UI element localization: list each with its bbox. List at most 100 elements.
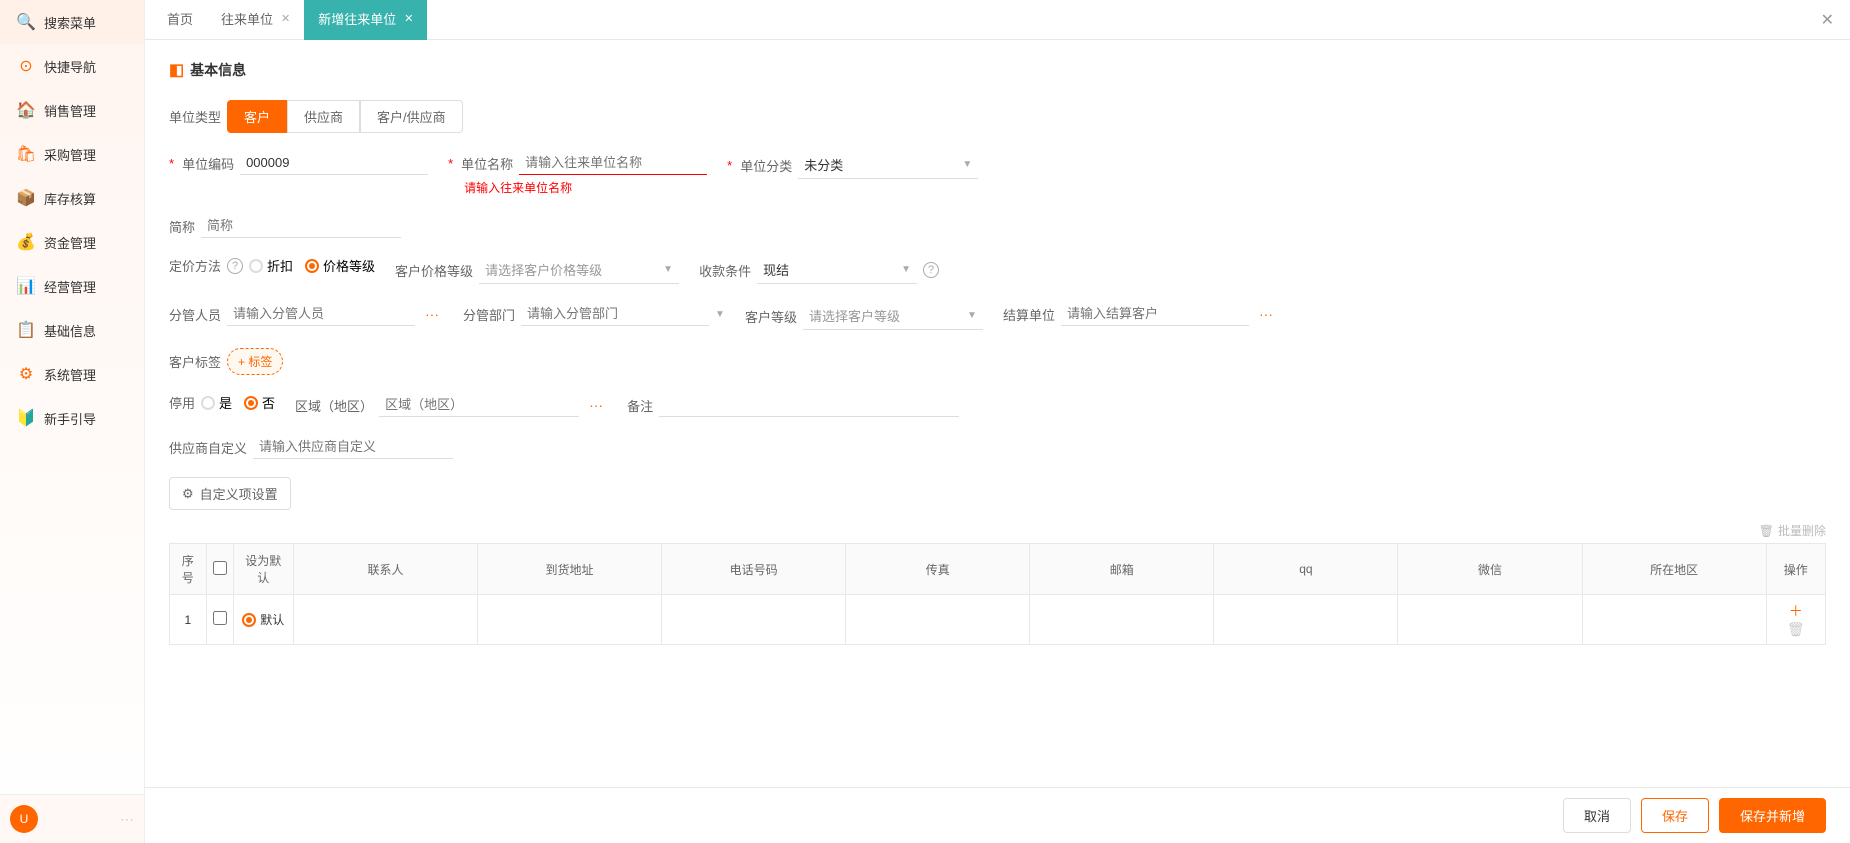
- table-row: 1 默认: [170, 595, 1826, 645]
- add-tag-button[interactable]: + 标签: [227, 348, 283, 375]
- sidebar-item-operations[interactable]: 📊 经营管理: [0, 264, 144, 308]
- dept-group: 分管部门 ▼: [463, 302, 725, 326]
- unit-btn-supplier[interactable]: 供应商: [287, 100, 360, 133]
- content-area: ◧ 基本信息 单位类型 客户 供应商 客户/供应商 * 单位编码: [145, 40, 1850, 787]
- code-name-category-row: * 单位编码 * 单位名称 请输入往来单位名称 * 单位分类 未分类 ▼: [169, 151, 1826, 196]
- manager-input[interactable]: [227, 302, 415, 326]
- fax-input[interactable]: [852, 612, 1023, 627]
- tags-label: 客户标签: [169, 352, 221, 371]
- system-icon: ⚙: [16, 364, 36, 384]
- settlement-label: 结算单位: [1003, 305, 1055, 324]
- contact-input[interactable]: [300, 612, 471, 627]
- tags-row: 客户标签 + 标签: [169, 348, 1826, 375]
- dept-input[interactable]: [521, 302, 709, 326]
- payment-help-icon[interactable]: ?: [923, 262, 939, 278]
- qq-input[interactable]: [1220, 612, 1391, 627]
- pricing-help-icon[interactable]: ?: [227, 258, 243, 274]
- sidebar-item-guide[interactable]: 🔰 新手引导: [0, 396, 144, 440]
- shortname-label: 简称: [169, 217, 195, 236]
- cell-qq: [1214, 595, 1398, 645]
- close-partners-tab[interactable]: ✕: [281, 12, 290, 25]
- wechat-input[interactable]: [1404, 612, 1575, 627]
- category-select[interactable]: 未分类 ▼: [798, 151, 978, 179]
- settlement-more-btn[interactable]: ···: [1255, 306, 1277, 322]
- pricing-level-option[interactable]: 价格等级: [305, 256, 375, 275]
- category-group: * 单位分类 未分类 ▼: [727, 151, 978, 179]
- col-contact: 联系人: [293, 544, 477, 595]
- code-input[interactable]: [240, 151, 428, 175]
- shortname-input[interactable]: [201, 214, 401, 238]
- disabled-no-radio[interactable]: [244, 396, 258, 410]
- close-new-partner-tab[interactable]: ✕: [404, 12, 413, 25]
- disabled-no-option[interactable]: 否: [244, 393, 275, 412]
- supplier-custom-label: 供应商自定义: [169, 438, 247, 457]
- settlement-input[interactable]: [1061, 302, 1249, 326]
- manager-label: 分管人员: [169, 305, 221, 324]
- name-group: * 单位名称 请输入往来单位名称: [448, 151, 707, 196]
- tabs-bar: 首页 往来单位 ✕ 新增往来单位 ✕ ✕: [145, 0, 1850, 40]
- sidebar-item-system[interactable]: ⚙ 系统管理: [0, 352, 144, 396]
- cancel-button[interactable]: 取消: [1563, 798, 1631, 833]
- supplier-custom-input[interactable]: [253, 435, 453, 459]
- sidebar-item-search[interactable]: 🔍 搜索菜单: [0, 0, 144, 44]
- col-qq: qq: [1214, 544, 1398, 595]
- pricing-level-radio[interactable]: [305, 259, 319, 273]
- phone-input[interactable]: [668, 612, 839, 627]
- customer-price-select[interactable]: 请选择客户价格等级 ▼: [479, 256, 679, 284]
- remark-input[interactable]: [659, 393, 959, 417]
- tab-home[interactable]: 首页: [153, 0, 207, 40]
- manager-more-btn[interactable]: ···: [421, 306, 443, 322]
- delete-row-btn[interactable]: 🗑: [1787, 621, 1805, 637]
- address-input[interactable]: [484, 612, 655, 627]
- disabled-yes-radio[interactable]: [201, 396, 215, 410]
- cell-contact: [293, 595, 477, 645]
- tab-new-partner[interactable]: 新增往来单位 ✕: [304, 0, 427, 40]
- disabled-yes-option[interactable]: 是: [201, 393, 232, 412]
- inventory-icon: 📦: [16, 188, 36, 208]
- payment-select[interactable]: 现结 ▼: [757, 256, 917, 284]
- pricing-discount-option[interactable]: 折扣: [249, 256, 293, 275]
- customer-level-chevron: ▼: [967, 310, 977, 321]
- save-button[interactable]: 保存: [1641, 798, 1709, 833]
- custom-settings-button[interactable]: ⚙ 自定义项设置: [169, 477, 291, 510]
- col-wechat: 微信: [1398, 544, 1582, 595]
- unit-btn-customer[interactable]: 客户: [227, 100, 287, 133]
- sidebar-item-basic[interactable]: 📋 基础信息: [0, 308, 144, 352]
- main-area: 首页 往来单位 ✕ 新增往来单位 ✕ ✕ ◧ 基本信息 单位类型 客户 供应商 …: [145, 0, 1850, 843]
- sidebar-item-purchase[interactable]: 🛍 采购管理: [0, 132, 144, 176]
- unit-btn-both[interactable]: 客户/供应商: [360, 100, 463, 133]
- select-all-checkbox[interactable]: [213, 561, 227, 575]
- sidebar-item-finance[interactable]: 💰 资金管理: [0, 220, 144, 264]
- sidebar-item-sales[interactable]: 🏠 销售管理: [0, 88, 144, 132]
- col-address: 到货地址: [478, 544, 662, 595]
- name-input[interactable]: [519, 151, 707, 175]
- region-input[interactable]: [379, 393, 579, 417]
- save-add-button[interactable]: 保存并新增: [1719, 798, 1826, 833]
- batch-delete-label: 批量删除: [1778, 522, 1826, 539]
- unit-type-buttons: 客户 供应商 客户/供应商: [227, 100, 463, 133]
- cell-address: [478, 595, 662, 645]
- sidebar-item-quicknav[interactable]: ⊙ 快捷导航: [0, 44, 144, 88]
- sidebar-expand-icon[interactable]: ⋯: [120, 811, 134, 828]
- email-input[interactable]: [1036, 612, 1207, 627]
- sidebar-item-inventory[interactable]: 📦 库存核算: [0, 176, 144, 220]
- row-checkbox[interactable]: [213, 611, 227, 625]
- name-label: 单位名称: [461, 154, 513, 173]
- close-all-tabs[interactable]: ✕: [1813, 6, 1842, 34]
- add-row-btn[interactable]: ＋: [1789, 603, 1803, 619]
- customer-level-select[interactable]: 请选择客户等级 ▼: [803, 302, 983, 330]
- category-label: 单位分类: [740, 156, 792, 175]
- batch-delete-icon: 🗑: [1759, 524, 1774, 538]
- tab-partners[interactable]: 往来单位 ✕: [207, 0, 304, 40]
- cell-region: [1582, 595, 1766, 645]
- col-region: 所在地区: [1582, 544, 1766, 595]
- tags-group: 客户标签 + 标签: [169, 348, 283, 375]
- region-more-btn[interactable]: ···: [585, 397, 607, 413]
- col-checkbox: [206, 544, 233, 595]
- pricing-discount-radio[interactable]: [249, 259, 263, 273]
- col-email: 邮箱: [1030, 544, 1214, 595]
- table-header-row: 序号 设为默认 联系人 到货地址 电话号码 传真 邮箱 qq 微信 所在地区 操…: [170, 544, 1826, 595]
- region-table-input[interactable]: [1589, 612, 1760, 627]
- default-radio[interactable]: [242, 613, 256, 627]
- basic-icon: 📋: [16, 320, 36, 340]
